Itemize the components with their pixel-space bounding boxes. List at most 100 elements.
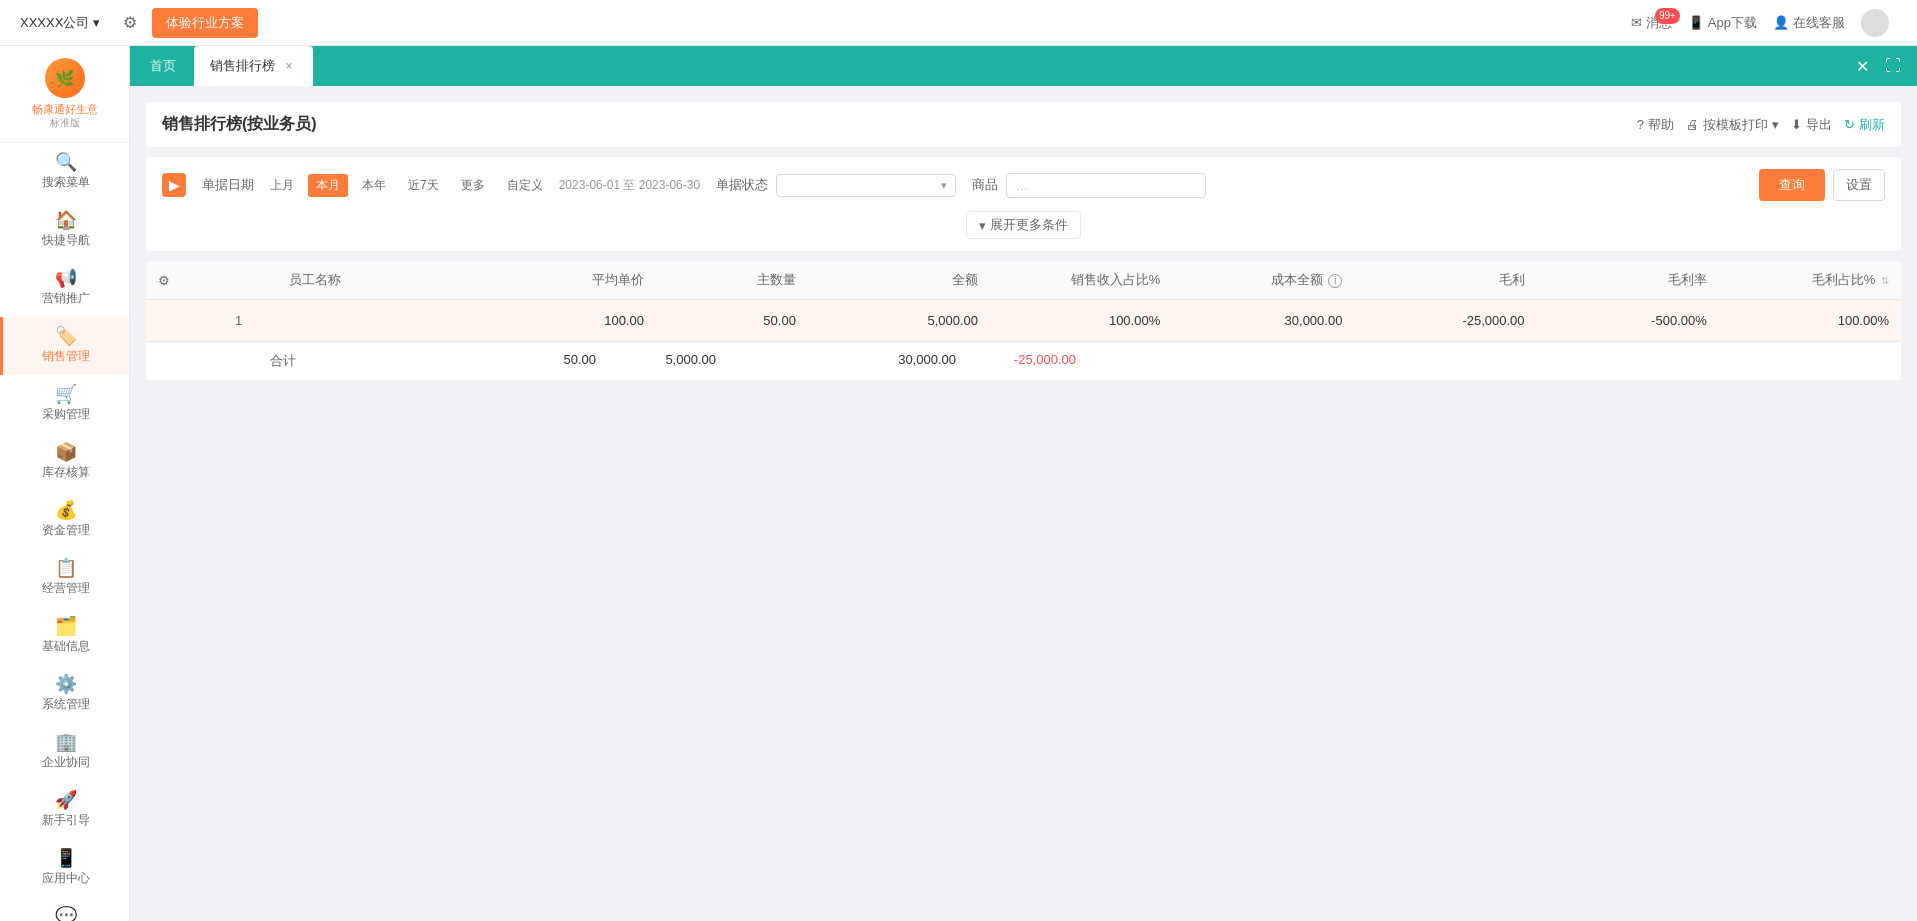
sidebar: 🌿 畅康通好生意 标准版 🔍 搜索菜单 🏠 快捷导航 📢 营销推广 🏷️ 销售管… — [0, 46, 130, 921]
sidebar-item-system[interactable]: ⚙️ 系统管理 — [0, 665, 129, 723]
status-label: 单据状态 — [716, 176, 768, 194]
date-btn-more[interactable]: 更多 — [453, 174, 493, 197]
main-layout: 🌿 畅康通好生意 标准版 🔍 搜索菜单 🏠 快捷导航 📢 营销推广 🏷️ 销售管… — [0, 0, 1917, 921]
message-icon: ✉ — [1631, 15, 1642, 30]
cost-info-icon[interactable]: i — [1328, 274, 1342, 288]
template-print-label: 按模板打印 — [1703, 116, 1768, 134]
company-select[interactable]: XXXXX公司 ▾ — [12, 10, 108, 36]
sidebar-label-system: 系统管理 — [42, 696, 90, 713]
date-btn-this-month[interactable]: 本月 — [308, 174, 348, 197]
sidebar-label-basic: 基础信息 — [42, 638, 90, 655]
guide-icon: 🚀 — [55, 791, 77, 809]
col-cost: 成本全额 i — [1172, 261, 1354, 300]
app-download-button[interactable]: 📱 App下载 — [1688, 14, 1757, 32]
export-btn[interactable]: ⬇ 导出 — [1791, 116, 1832, 134]
row-gross-pct: 100.00% — [1719, 300, 1901, 341]
table-row: 1 100.00 50.00 5,000.00 100.00% 30,000.0… — [146, 300, 1901, 341]
filter-settings-btn[interactable]: 设置 — [1833, 169, 1885, 201]
col-name: 员工名称 — [277, 261, 505, 300]
footer-sales-pct — [728, 352, 848, 370]
sidebar-item-marketing[interactable]: 📢 营销推广 — [0, 259, 129, 317]
tab-close-window-icon[interactable]: ✕ — [1852, 53, 1873, 80]
message-button[interactable]: ✉ 消息 99+ — [1631, 14, 1672, 32]
settings-icon[interactable]: ⚙ — [116, 9, 144, 37]
marketing-icon: 📢 — [55, 269, 77, 287]
help-icon: ? — [1637, 117, 1644, 132]
gross-pct-sort-icon[interactable]: ⇅ — [1881, 275, 1889, 286]
tab-home[interactable]: 首页 — [134, 46, 192, 86]
refresh-btn[interactable]: ↻ 刷新 — [1844, 116, 1885, 134]
trial-btn[interactable]: 体验行业方案 — [152, 8, 258, 38]
sidebar-item-finance[interactable]: 💰 资金管理 — [0, 491, 129, 549]
main-content: 首页 销售排行榜 × ✕ ⛶ 销售排行榜(按业务员) ? 帮助 — [130, 46, 1917, 921]
company-name: XXXXX公司 — [20, 14, 89, 32]
tab-sales-ranking[interactable]: 销售排行榜 × — [194, 46, 313, 86]
filter-expand-btn[interactable]: ▶ — [162, 173, 186, 197]
sidebar-item-operation[interactable]: 📋 经营管理 — [0, 549, 129, 607]
sidebar-label-guide: 新手引导 — [42, 812, 90, 829]
col-settings[interactable]: ⚙ — [146, 261, 201, 300]
page-title: 销售排行榜(按业务员) — [162, 114, 317, 135]
sidebar-item-inventory[interactable]: 📦 库存核算 — [0, 433, 129, 491]
sidebar-item-wechat[interactable]: 💬 企业微信 — [0, 897, 129, 921]
col-gross-pct-label: 毛利占比% — [1812, 272, 1876, 287]
help-btn[interactable]: ? 帮助 — [1637, 116, 1674, 134]
date-filters: 上月 本月 本年 近7天 更多 自定义 — [262, 174, 551, 197]
sidebar-logo: 🌿 畅康通好生意 标准版 — [0, 46, 129, 143]
date-btn-last-month[interactable]: 上月 — [262, 174, 302, 197]
filter-row-2: ▾ 展开更多条件 — [162, 211, 1885, 239]
sidebar-item-shortcut[interactable]: 🏠 快捷导航 — [0, 201, 129, 259]
row-gross-rate: -500.00% — [1537, 300, 1719, 341]
col-gross-pct: 毛利占比% ⇅ — [1719, 261, 1901, 300]
sidebar-item-sales[interactable]: 🏷️ 销售管理 — [0, 317, 129, 375]
sidebar-label-search: 搜索菜单 — [42, 174, 90, 191]
footer-amount: 5,000.00 — [608, 352, 728, 370]
sidebar-label-enterprise: 企业协同 — [42, 754, 90, 771]
expand-more-btn[interactable]: ▾ 展开更多条件 — [966, 211, 1081, 239]
col-rank — [201, 261, 277, 300]
row-settings — [146, 300, 201, 341]
col-sales-pct-label: 销售收入占比% — [1071, 272, 1161, 287]
template-print-btn[interactable]: 🖨 按模板打印 ▾ — [1686, 116, 1779, 134]
tab-close-btn[interactable]: × — [281, 58, 297, 74]
sidebar-item-purchase[interactable]: 🛒 采购管理 — [0, 375, 129, 433]
avatar[interactable] — [1861, 9, 1889, 37]
home-icon: 🏠 — [55, 211, 77, 229]
sidebar-label-sales: 销售管理 — [42, 348, 90, 365]
query-btn[interactable]: 查询 — [1759, 169, 1825, 201]
footer-cost: 30,000.00 — [848, 352, 968, 370]
data-table: ⚙ 员工名称 平均单价 主数量 — [146, 261, 1901, 341]
expand-label: 展开更多条件 — [990, 216, 1068, 234]
tab-bar: 首页 销售排行榜 × ✕ ⛶ — [130, 46, 1917, 86]
row-amount: 5,000.00 — [808, 300, 990, 341]
sidebar-item-search[interactable]: 🔍 搜索菜单 — [0, 143, 129, 201]
operation-icon: 📋 — [55, 559, 77, 577]
sidebar-label-operation: 经营管理 — [42, 580, 90, 597]
wechat-icon: 💬 — [55, 907, 77, 921]
col-qty: 主数量 — [656, 261, 808, 300]
footer-row: 合计 50.00 5,000.00 30,000.00 -25,000.00 — [158, 352, 1889, 370]
status-select[interactable]: ▾ — [776, 174, 956, 197]
sidebar-item-basic[interactable]: 🗂️ 基础信息 — [0, 607, 129, 665]
date-btn-7days[interactable]: 近7天 — [400, 174, 447, 197]
logo-text: 畅康通好生意 — [32, 102, 98, 116]
col-amount: 全额 — [808, 261, 990, 300]
goods-input[interactable]: … — [1006, 173, 1206, 198]
export-icon: ⬇ — [1791, 117, 1802, 132]
col-name-label: 员工名称 — [289, 272, 341, 287]
date-btn-this-year[interactable]: 本年 — [354, 174, 394, 197]
refresh-label: 刷新 — [1859, 116, 1885, 134]
sidebar-item-enterprise[interactable]: 🏢 企业协同 — [0, 723, 129, 781]
sidebar-item-apps[interactable]: 📱 应用中心 — [0, 839, 129, 897]
online-service-button[interactable]: 👤 在线客服 — [1773, 14, 1845, 32]
col-gross-label: 毛利 — [1499, 272, 1525, 287]
help-label: 帮助 — [1648, 116, 1674, 134]
tab-fullscreen-icon[interactable]: ⛶ — [1881, 53, 1905, 79]
sidebar-item-guide[interactable]: 🚀 新手引导 — [0, 781, 129, 839]
tab-bar-right: ✕ ⛶ — [1840, 53, 1917, 80]
date-btn-custom[interactable]: 自定义 — [499, 174, 551, 197]
row-avg-price: 100.00 — [504, 300, 656, 341]
expand-icon: ▾ — [979, 218, 986, 233]
col-amount-label: 全额 — [952, 272, 978, 287]
row-name — [277, 300, 505, 341]
